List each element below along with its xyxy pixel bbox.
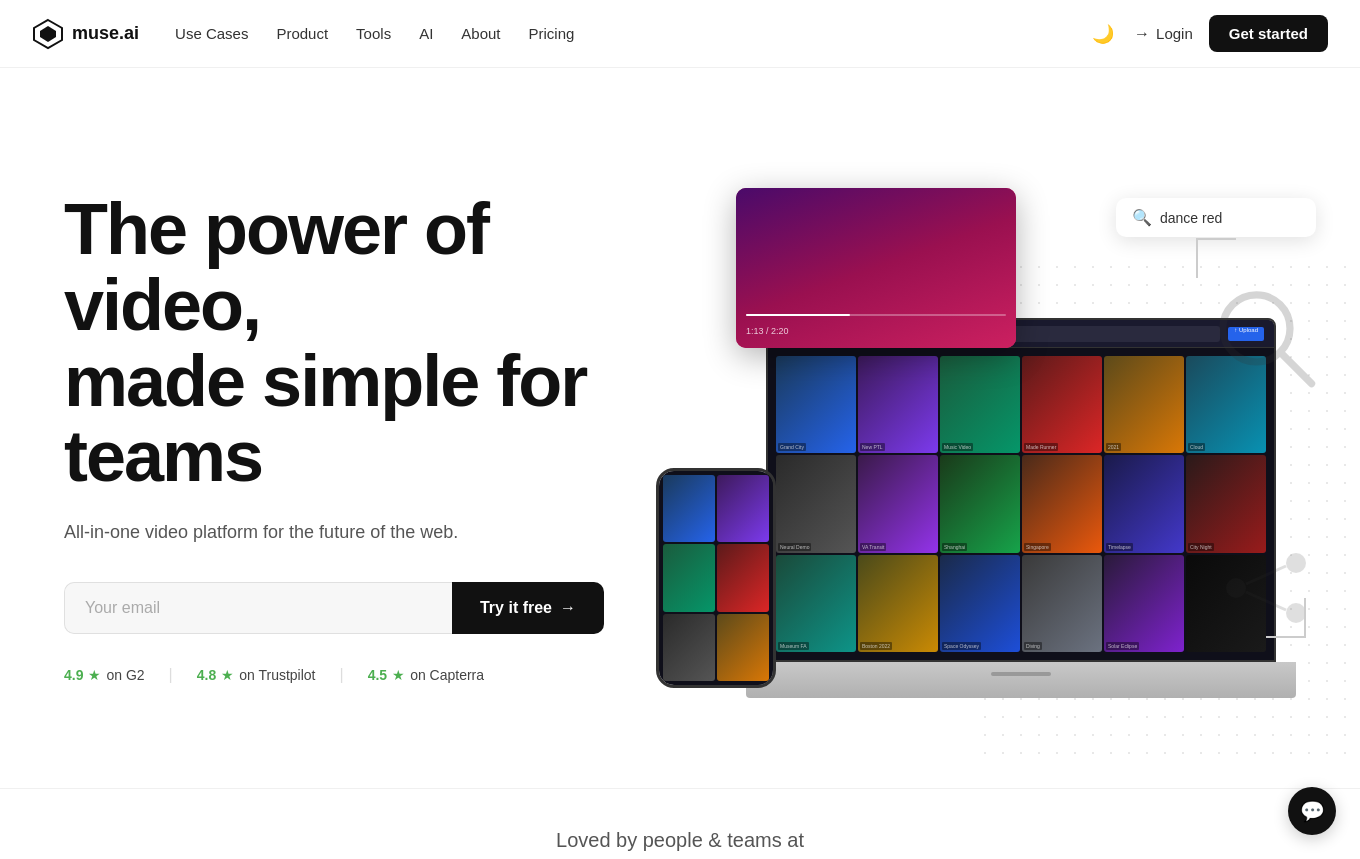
video-thumb-13: Museum FA xyxy=(776,555,856,652)
video-grid: Grand City New PTL Music Video Made Runn… xyxy=(768,348,1274,660)
capterra-score: 4.5 xyxy=(368,667,387,683)
nav-link-use-cases[interactable]: Use Cases xyxy=(175,25,248,42)
trustpilot-score: 4.8 xyxy=(197,667,216,683)
video-thumb-2: New PTL xyxy=(858,356,938,453)
svg-point-5 xyxy=(1286,553,1306,573)
video-thumb-7: Neural Demo xyxy=(776,455,856,552)
nav-link-product[interactable]: Product xyxy=(276,25,328,42)
hero-title-line3: teams xyxy=(64,416,262,496)
nav-links: Use Cases Product Tools AI About Pricing xyxy=(175,25,574,43)
nav-link-pricing[interactable]: Pricing xyxy=(529,25,575,42)
video-thumb-1: Grand City xyxy=(776,356,856,453)
video-thumb-3: Music Video xyxy=(940,356,1020,453)
video-time: 1:13 / 2:20 xyxy=(746,326,789,336)
login-icon: → xyxy=(1134,25,1150,43)
video-thumb-17: Solar Eclipse xyxy=(1104,555,1184,652)
search-overlay-icon: 🔍 xyxy=(1132,208,1152,227)
arrow-icon: → xyxy=(560,599,576,617)
capterra-platform: on Capterra xyxy=(410,667,484,683)
get-started-button[interactable]: Get started xyxy=(1209,15,1328,52)
theme-toggle-button[interactable]: 🌙 xyxy=(1088,19,1118,49)
nav-link-tools[interactable]: Tools xyxy=(356,25,391,42)
phone-thumb-2 xyxy=(717,475,769,542)
progress-bar xyxy=(746,314,1006,316)
phone-mockup xyxy=(656,468,776,688)
login-label: Login xyxy=(1156,25,1193,42)
video-thumb-4: Made Runner xyxy=(1022,356,1102,453)
progress-fill xyxy=(746,314,850,316)
video-thumb-12: City Night xyxy=(1186,455,1266,552)
hero-title-line1: The power of video, xyxy=(64,189,488,345)
video-thumb-9: Shanghai xyxy=(940,455,1020,552)
screen-content: muse.ai Search your videos... ↑ Upload G… xyxy=(768,320,1274,660)
g2-score: 4.9 xyxy=(64,667,83,683)
rating-sep-2: | xyxy=(340,666,344,684)
video-preview-card: 1:13 / 2:20 xyxy=(736,188,1016,348)
nav-link-about[interactable]: About xyxy=(461,25,500,42)
video-thumb-14: Boston 2022 xyxy=(858,555,938,652)
hero-title: The power of video, made simple for team… xyxy=(64,192,624,494)
rating-sep-1: | xyxy=(169,666,173,684)
hero-left: The power of video, made simple for team… xyxy=(64,192,624,683)
svg-line-7 xyxy=(1246,566,1286,584)
rating-g2: 4.9 ★ on G2 xyxy=(64,667,145,683)
phone-thumb-1 xyxy=(663,475,715,542)
loved-by-title: Loved by people & teams at xyxy=(64,829,1296,852)
phone-screen xyxy=(659,471,773,685)
trustpilot-platform: on Trustpilot xyxy=(239,667,315,683)
video-progress: 1:13 / 2:20 xyxy=(746,314,1006,338)
video-thumb-8: VA Transit xyxy=(858,455,938,552)
logo-icon xyxy=(32,18,64,50)
laptop-screen: muse.ai Search your videos... ↑ Upload G… xyxy=(766,318,1276,662)
phone-thumb-4 xyxy=(717,544,769,611)
phone-thumb-5 xyxy=(663,614,715,681)
navbar: muse.ai Use Cases Product Tools AI About… xyxy=(0,0,1360,68)
email-input[interactable] xyxy=(64,582,452,634)
video-thumb-15: Space Odyssey xyxy=(940,555,1020,652)
video-thumb-16: Diving xyxy=(1022,555,1102,652)
capterra-star: ★ xyxy=(392,667,405,683)
bracket-bottom-right xyxy=(1266,598,1306,638)
g2-platform: on G2 xyxy=(106,667,144,683)
large-search-icon xyxy=(1206,278,1326,398)
nav-right: 🌙 → Login Get started xyxy=(1088,15,1328,52)
svg-marker-1 xyxy=(40,26,56,42)
nav-left: muse.ai Use Cases Product Tools AI About… xyxy=(32,18,574,50)
hero-visual: 🔍 dance red 1:13 / 2:20 muse.ai S xyxy=(676,178,1296,698)
g2-star: ★ xyxy=(88,667,101,683)
chat-bubble-button[interactable]: 💬 xyxy=(1288,787,1336,835)
video-preview-inner: 1:13 / 2:20 xyxy=(736,188,1016,348)
video-thumb-5: 2021 xyxy=(1104,356,1184,453)
ratings: 4.9 ★ on G2 | 4.8 ★ on Trustpilot | 4.5 … xyxy=(64,666,624,684)
phone-thumb-6 xyxy=(717,614,769,681)
hero-cta: Try it free → xyxy=(64,582,604,634)
logo-text: muse.ai xyxy=(72,23,139,44)
login-button[interactable]: → Login xyxy=(1134,25,1193,43)
svg-line-3 xyxy=(1280,352,1311,383)
svg-point-4 xyxy=(1226,578,1246,598)
logo[interactable]: muse.ai xyxy=(32,18,139,50)
video-thumb-11: Timelapse xyxy=(1104,455,1184,552)
try-free-label: Try it free xyxy=(480,599,552,617)
trustpilot-star: ★ xyxy=(221,667,234,683)
try-free-button[interactable]: Try it free → xyxy=(452,582,604,634)
phone-video-grid xyxy=(663,475,769,681)
rating-trustpilot: 4.8 ★ on Trustpilot xyxy=(197,667,316,683)
nav-link-ai[interactable]: AI xyxy=(419,25,433,42)
video-thumb-10: Singapore xyxy=(1022,455,1102,552)
search-overlay-card: 🔍 dance red xyxy=(1116,198,1316,237)
chat-icon: 💬 xyxy=(1300,799,1325,823)
hero-title-line2: made simple for xyxy=(64,341,586,421)
rating-capterra: 4.5 ★ on Capterra xyxy=(368,667,484,683)
hero-section: The power of video, made simple for team… xyxy=(0,68,1360,788)
phone-thumb-3 xyxy=(663,544,715,611)
bracket-top-left xyxy=(1196,238,1236,278)
laptop-base xyxy=(746,662,1296,698)
search-overlay-text: dance red xyxy=(1160,210,1222,226)
loved-by-section: Loved by people & teams at NHS 🔥 NYU FOR… xyxy=(0,788,1360,859)
hero-subtitle: All-in-one video platform for the future… xyxy=(64,519,624,546)
